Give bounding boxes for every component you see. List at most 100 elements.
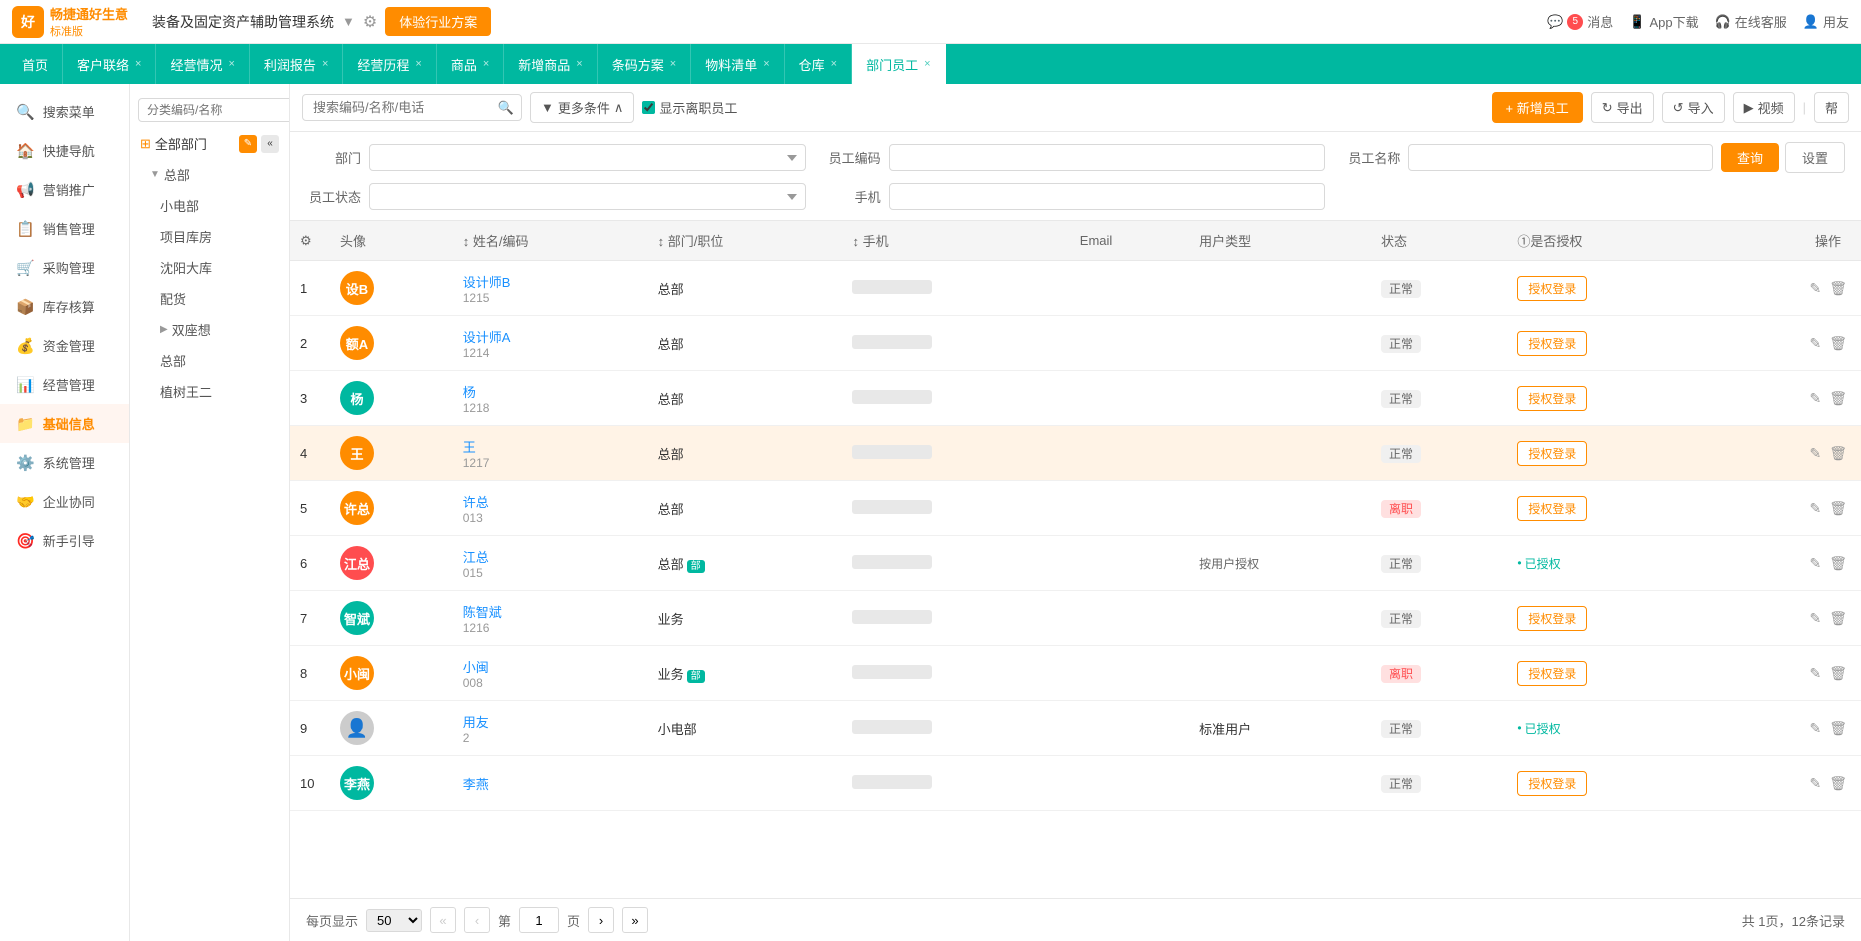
auth-login-button[interactable]: 授权登录 — [1517, 661, 1587, 686]
nav-tab-首页[interactable]: 首页 — [8, 44, 63, 84]
close-tab-icon[interactable]: × — [228, 58, 234, 70]
nav-tab-新增商品[interactable]: 新增商品× — [504, 44, 597, 84]
close-tab-icon[interactable]: × — [924, 58, 930, 70]
nav-tab-物料清单[interactable]: 物料清单× — [691, 44, 784, 84]
edit-button[interactable]: ✎ — [1805, 553, 1825, 574]
auth-login-button[interactable]: 授权登录 — [1517, 441, 1587, 466]
nav-tab-客户联络[interactable]: 客户联络× — [63, 44, 156, 84]
dept-tree-item[interactable]: 项目库房 — [130, 221, 289, 252]
edit-button[interactable]: ✎ — [1805, 278, 1825, 299]
app-download-button[interactable]: 📱 App下载 — [1629, 12, 1698, 31]
delete-button[interactable]: 🗑 — [1825, 333, 1851, 354]
edit-button[interactable]: ✎ — [1805, 718, 1825, 739]
messages-button[interactable]: 💬 5 消息 — [1547, 12, 1613, 31]
sidebar-item-marketing[interactable]: 📢营销推广 — [0, 170, 129, 209]
user-profile-button[interactable]: 👤 用友 — [1803, 12, 1849, 31]
edit-button[interactable]: ✎ — [1805, 333, 1825, 354]
delete-button[interactable]: 🗑 — [1825, 718, 1851, 739]
employee-search-input[interactable] — [302, 94, 522, 121]
help-button[interactable]: 帮 — [1814, 92, 1849, 123]
dept-tree-item[interactable]: 小电部 — [130, 190, 289, 221]
sidebar-item-inventory[interactable]: 📦库存核算 — [0, 287, 129, 326]
sidebar-item-purchase[interactable]: 🛒采购管理 — [0, 248, 129, 287]
edit-button[interactable]: ✎ — [1805, 773, 1825, 794]
dept-tree-item[interactable]: ▼总部 — [130, 159, 289, 190]
prev-page-button[interactable]: ‹ — [464, 907, 490, 933]
edit-button[interactable]: ✎ — [1805, 443, 1825, 464]
reset-button[interactable]: 设置 — [1785, 142, 1845, 173]
col-settings[interactable]: ⚙ — [290, 221, 330, 261]
nav-tab-商品[interactable]: 商品× — [437, 44, 504, 84]
col-phone[interactable]: ↕ 手机 — [842, 221, 1069, 261]
close-tab-icon[interactable]: × — [576, 58, 582, 70]
online-service-button[interactable]: 🎧 在线客服 — [1715, 12, 1787, 31]
col-name[interactable]: ↕ 姓名/编码 — [453, 221, 648, 261]
sidebar-item-sales[interactable]: 📋销售管理 — [0, 209, 129, 248]
per-page-select[interactable]: 50 100 — [366, 909, 422, 932]
sidebar-item-finance[interactable]: 💰资金管理 — [0, 326, 129, 365]
phone-input[interactable] — [889, 183, 1326, 210]
nav-tab-条码方案[interactable]: 条码方案× — [598, 44, 691, 84]
last-page-button[interactable]: » — [622, 907, 648, 933]
collapse-dept-icon[interactable]: « — [261, 135, 279, 153]
show-resigned-checkbox[interactable] — [642, 101, 655, 114]
sidebar-item-collab[interactable]: 🤝企业协同 — [0, 482, 129, 521]
delete-button[interactable]: 🗑 — [1825, 663, 1851, 684]
sidebar-item-operations[interactable]: 📊经营管理 — [0, 365, 129, 404]
close-tab-icon[interactable]: × — [763, 58, 769, 70]
view-button[interactable]: ▶ 视频 — [1733, 92, 1795, 123]
export-button[interactable]: ↻ 导出 — [1591, 92, 1654, 123]
auth-login-button[interactable]: 授权登录 — [1517, 496, 1587, 521]
auth-login-button[interactable]: 授权登录 — [1517, 331, 1587, 356]
sidebar-item-guide[interactable]: 🎯新手引导 — [0, 521, 129, 560]
dept-header[interactable]: ⊞ 全部部门 ✎ « — [130, 128, 289, 159]
delete-button[interactable]: 🗑 — [1825, 388, 1851, 409]
nav-tab-部门员工[interactable]: 部门员工× — [852, 44, 945, 84]
dept-tree-item[interactable]: ▶双座想 — [130, 314, 289, 345]
close-tab-icon[interactable]: × — [483, 58, 489, 70]
dept-tree-item[interactable]: 植树王二 — [130, 376, 289, 407]
nav-tab-利润报告[interactable]: 利润报告× — [250, 44, 343, 84]
delete-button[interactable]: 🗑 — [1825, 443, 1851, 464]
delete-button[interactable]: 🗑 — [1825, 773, 1851, 794]
edit-button[interactable]: ✎ — [1805, 498, 1825, 519]
edit-button[interactable]: ✎ — [1805, 663, 1825, 684]
col-dept[interactable]: ↕ 部门/职位 — [648, 221, 843, 261]
add-employee-button[interactable]: + 新增员工 — [1492, 92, 1583, 123]
auth-login-button[interactable]: 授权登录 — [1517, 771, 1587, 796]
close-tab-icon[interactable]: × — [831, 58, 837, 70]
close-tab-icon[interactable]: × — [415, 58, 421, 70]
search-icon[interactable]: 🔍 — [498, 100, 514, 116]
nav-tab-仓库[interactable]: 仓库× — [785, 44, 852, 84]
delete-button[interactable]: 🗑 — [1825, 498, 1851, 519]
edit-button[interactable]: ✎ — [1805, 608, 1825, 629]
query-button[interactable]: 查询 — [1721, 143, 1779, 172]
close-tab-icon[interactable]: × — [670, 58, 676, 70]
sidebar-item-basic-info[interactable]: 📁基础信息 — [0, 404, 129, 443]
page-number-input[interactable] — [519, 907, 559, 933]
close-tab-icon[interactable]: × — [322, 58, 328, 70]
more-filter-button[interactable]: ▼ 更多条件 ∧ — [530, 92, 634, 123]
emp-name-input[interactable] — [1408, 144, 1713, 171]
dept-tree-item[interactable]: 总部 — [130, 345, 289, 376]
sidebar-item-system[interactable]: ⚙️系统管理 — [0, 443, 129, 482]
auth-login-button[interactable]: 授权登录 — [1517, 606, 1587, 631]
close-tab-icon[interactable]: × — [135, 58, 141, 70]
system-title-dropdown[interactable]: ▼ — [342, 14, 355, 29]
first-page-button[interactable]: « — [430, 907, 456, 933]
edit-dept-icon[interactable]: ✎ — [239, 135, 257, 153]
dept-search-input[interactable] — [138, 98, 290, 122]
dept-tree-item[interactable]: 配货 — [130, 283, 289, 314]
delete-button[interactable]: 🗑 — [1825, 553, 1851, 574]
nav-tab-经营情况[interactable]: 经营情况× — [156, 44, 249, 84]
emp-code-input[interactable] — [889, 144, 1326, 171]
delete-button[interactable]: 🗑 — [1825, 278, 1851, 299]
next-page-button[interactable]: › — [588, 907, 614, 933]
import-button[interactable]: ↺ 导入 — [1662, 92, 1725, 123]
emp-status-select[interactable] — [369, 183, 806, 210]
delete-button[interactable]: 🗑 — [1825, 608, 1851, 629]
auth-login-button[interactable]: 授权登录 — [1517, 276, 1587, 301]
edit-button[interactable]: ✎ — [1805, 388, 1825, 409]
sidebar-item-quick-nav[interactable]: 🏠快捷导航 — [0, 131, 129, 170]
trial-button[interactable]: 体验行业方案 — [385, 7, 491, 36]
